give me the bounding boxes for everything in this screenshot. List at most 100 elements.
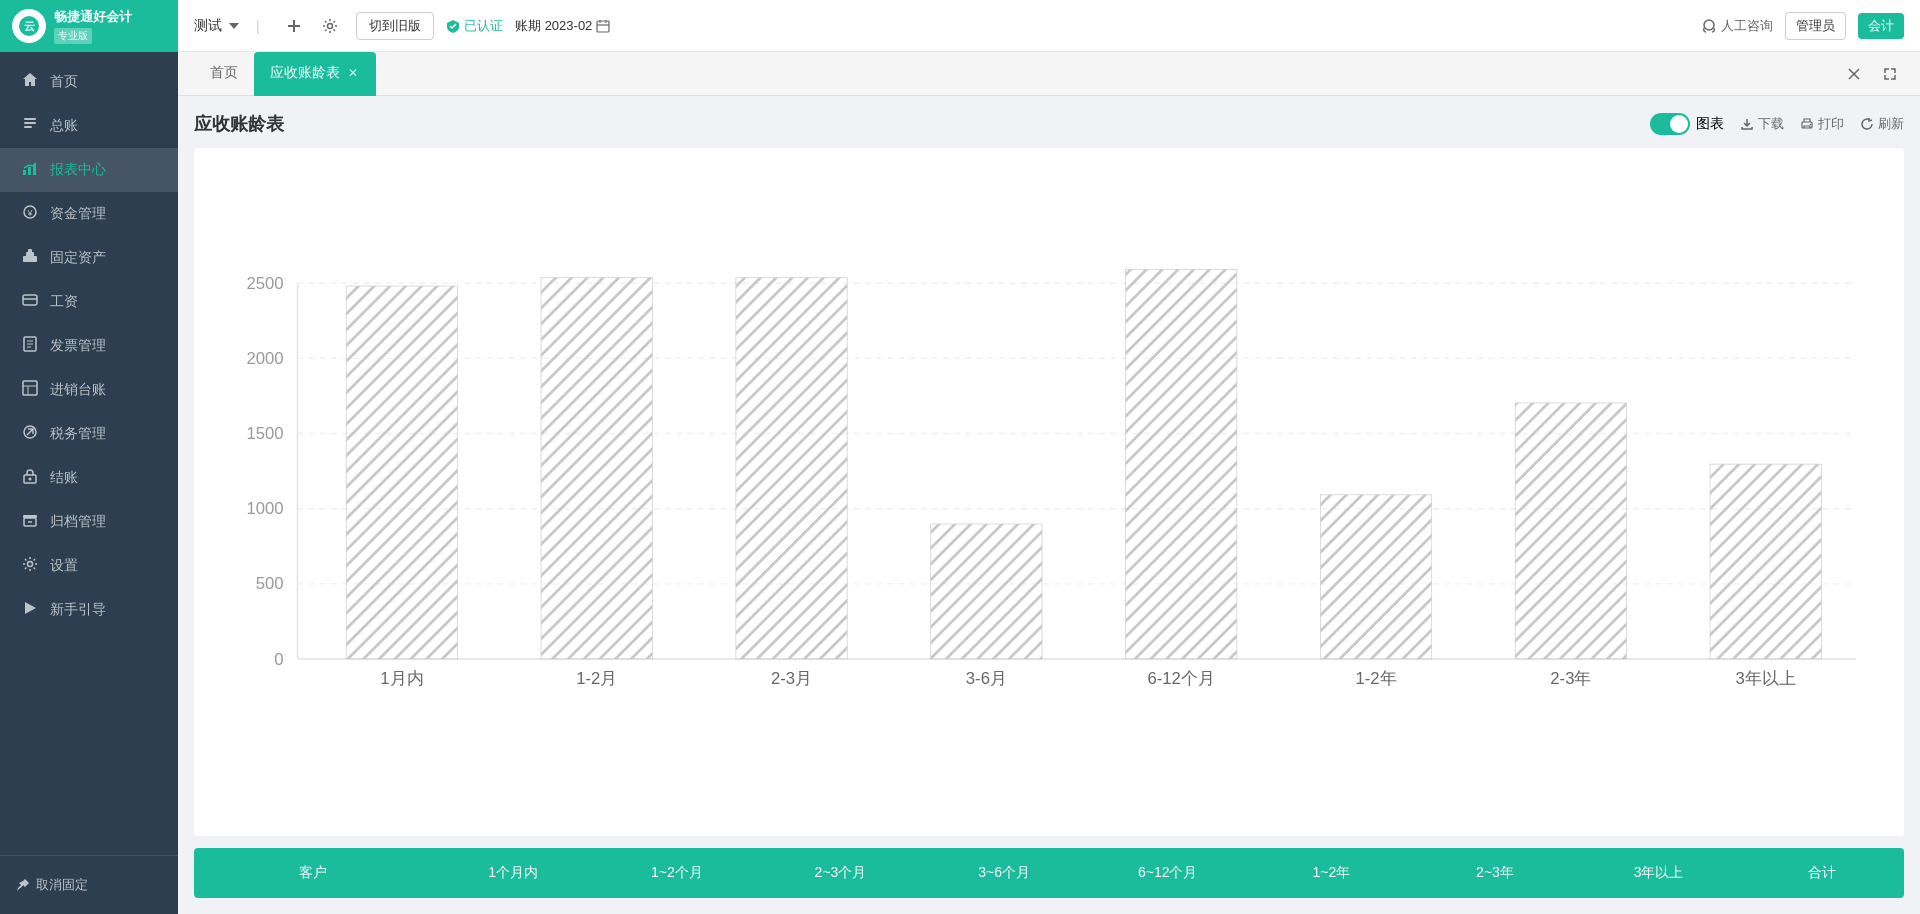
- download-btn[interactable]: 下载: [1740, 115, 1784, 133]
- sidebar-item-guide[interactable]: 新手引导: [0, 588, 178, 632]
- page-header: 应收账龄表 图表 下载 打印 刷新: [194, 112, 1904, 136]
- sidebar-item-tax[interactable]: 税务管理: [0, 412, 178, 456]
- closing-icon: [20, 468, 40, 488]
- expand-tab-btn[interactable]: [1876, 60, 1904, 88]
- th-1month: 1个月内: [431, 848, 595, 898]
- print-label: 打印: [1818, 115, 1844, 133]
- sidebar-item-settings[interactable]: 设置: [0, 544, 178, 588]
- project-selector[interactable]: 测试: [194, 17, 240, 35]
- funds-icon: ¥: [20, 204, 40, 224]
- refresh-label: 刷新: [1878, 115, 1904, 133]
- logo-text-block: 畅捷通好会计 专业版: [54, 8, 132, 44]
- download-label: 下载: [1758, 115, 1784, 133]
- svg-text:云: 云: [24, 20, 35, 32]
- sidebar-item-ledger[interactable]: 总账: [0, 104, 178, 148]
- sidebar-item-reports[interactable]: 报表中心: [0, 148, 178, 192]
- sidebar-item-archive[interactable]: 归档管理: [0, 500, 178, 544]
- guide-icon: [20, 600, 40, 620]
- tabs-bar: 首页 应收账龄表 ✕: [178, 52, 1920, 96]
- sidebar-item-home[interactable]: 首页: [0, 60, 178, 104]
- svg-text:500: 500: [256, 574, 284, 593]
- th-2-3year: 2~3年: [1413, 848, 1577, 898]
- th-3-6month: 3~6个月: [922, 848, 1086, 898]
- topbar: 测试 | 切到旧版 已认证 账期 2023-02 人工咨询: [178, 0, 1920, 52]
- bar-4: [931, 524, 1042, 659]
- bar-5: [1126, 269, 1237, 659]
- tab-aging-close[interactable]: ✕: [346, 64, 360, 82]
- role-label: 会计: [1868, 18, 1894, 33]
- svg-text:2500: 2500: [246, 274, 283, 293]
- toggle-knob: [1670, 115, 1688, 133]
- table-header: 客户 1个月内 1~2个月 2~3个月 3~6个月 6~12个月 1~2年 2~…: [194, 848, 1904, 898]
- settings-button[interactable]: [316, 12, 344, 40]
- tabs-right-actions: [1840, 60, 1904, 88]
- manager-badge[interactable]: 管理员: [1785, 12, 1846, 40]
- refresh-btn[interactable]: 刷新: [1860, 115, 1904, 133]
- sidebar-label-settings: 设置: [50, 557, 78, 575]
- tab-aging[interactable]: 应收账龄表 ✕: [254, 52, 376, 96]
- svg-rect-5: [23, 170, 26, 175]
- sidebar-item-salary[interactable]: 工资: [0, 280, 178, 324]
- shield-icon: [446, 19, 460, 33]
- switch-old-label: 切到旧版: [369, 18, 421, 33]
- svg-text:1-2年: 1-2年: [1355, 669, 1396, 688]
- manager-label: 管理员: [1796, 18, 1835, 33]
- svg-rect-13: [23, 295, 37, 305]
- app-name: 畅捷通好会计: [54, 8, 132, 26]
- svg-rect-34: [597, 21, 609, 32]
- svg-text:1000: 1000: [246, 499, 283, 518]
- sidebar-label-reports: 报表中心: [50, 161, 106, 179]
- trade-icon: [20, 380, 40, 400]
- svg-point-38: [1704, 20, 1714, 30]
- period-info: 账期 2023-02: [515, 17, 611, 35]
- sidebar-item-funds[interactable]: ¥ 资金管理: [0, 192, 178, 236]
- tab-home-label: 首页: [210, 64, 238, 82]
- add-button[interactable]: [280, 12, 308, 40]
- th-1-2year: 1~2年: [1250, 848, 1414, 898]
- calendar-icon: [596, 19, 610, 33]
- chart-toggle[interactable]: [1650, 113, 1690, 135]
- svg-text:1-2月: 1-2月: [576, 669, 617, 688]
- chart-toggle-label: 图表: [1696, 115, 1724, 133]
- th-3year-plus: 3年以上: [1577, 848, 1741, 898]
- gear-icon: [322, 18, 338, 34]
- print-icon: [1800, 117, 1814, 131]
- svg-marker-29: [25, 602, 36, 614]
- switch-old-btn[interactable]: 切到旧版: [356, 12, 434, 40]
- expand-icon: [1883, 67, 1897, 81]
- main-area: 测试 | 切到旧版 已认证 账期 2023-02 人工咨询: [178, 0, 1920, 914]
- sidebar-item-closing[interactable]: 结账: [0, 456, 178, 500]
- chart-toggle-wrap: 图表: [1650, 113, 1724, 135]
- bar-3: [736, 278, 847, 659]
- role-badge[interactable]: 会计: [1858, 13, 1904, 39]
- print-btn[interactable]: 打印: [1800, 115, 1844, 133]
- certified-badge: 已认证: [446, 17, 503, 35]
- sidebar-logo: 云 畅捷通好会计 专业版: [0, 0, 178, 52]
- close-tab-btn[interactable]: [1840, 60, 1868, 88]
- salary-icon: [20, 292, 40, 312]
- sidebar-label-funds: 资金管理: [50, 205, 106, 223]
- sidebar-nav: 首页 总账 报表中心 ¥ 资金管理 固定资产: [0, 52, 178, 855]
- tax-icon: [20, 424, 40, 444]
- sidebar-item-assets[interactable]: 固定资产: [0, 236, 178, 280]
- invoice-icon: [20, 336, 40, 356]
- reports-icon: [20, 160, 40, 180]
- plus-icon: [286, 18, 302, 34]
- svg-text:1月内: 1月内: [380, 669, 423, 688]
- cancel-fixed-btn[interactable]: 取消固定: [0, 866, 178, 904]
- page-content: 应收账龄表 图表 下载 打印 刷新: [178, 96, 1920, 914]
- table-area: 客户 1个月内 1~2个月 2~3个月 3~6个月 6~12个月 1~2年 2~…: [194, 848, 1904, 898]
- dropdown-icon: [228, 22, 240, 30]
- svg-point-42: [1810, 124, 1812, 126]
- sidebar-label-assets: 固定资产: [50, 249, 106, 267]
- consult-button[interactable]: 人工咨询: [1701, 17, 1773, 35]
- topbar-actions: [280, 12, 344, 40]
- th-2-3month: 2~3个月: [759, 848, 923, 898]
- page-actions: 图表 下载 打印 刷新: [1650, 113, 1904, 135]
- th-customer: 客户: [194, 848, 431, 898]
- sidebar-item-trade[interactable]: 进销台账: [0, 368, 178, 412]
- tab-home[interactable]: 首页: [194, 52, 254, 96]
- sidebar-item-invoice[interactable]: 发票管理: [0, 324, 178, 368]
- chart-area: 0 500 1000 1500 2000 2500 1月内 1-2月 2-3月 …: [194, 148, 1904, 836]
- svg-text:0: 0: [274, 650, 283, 669]
